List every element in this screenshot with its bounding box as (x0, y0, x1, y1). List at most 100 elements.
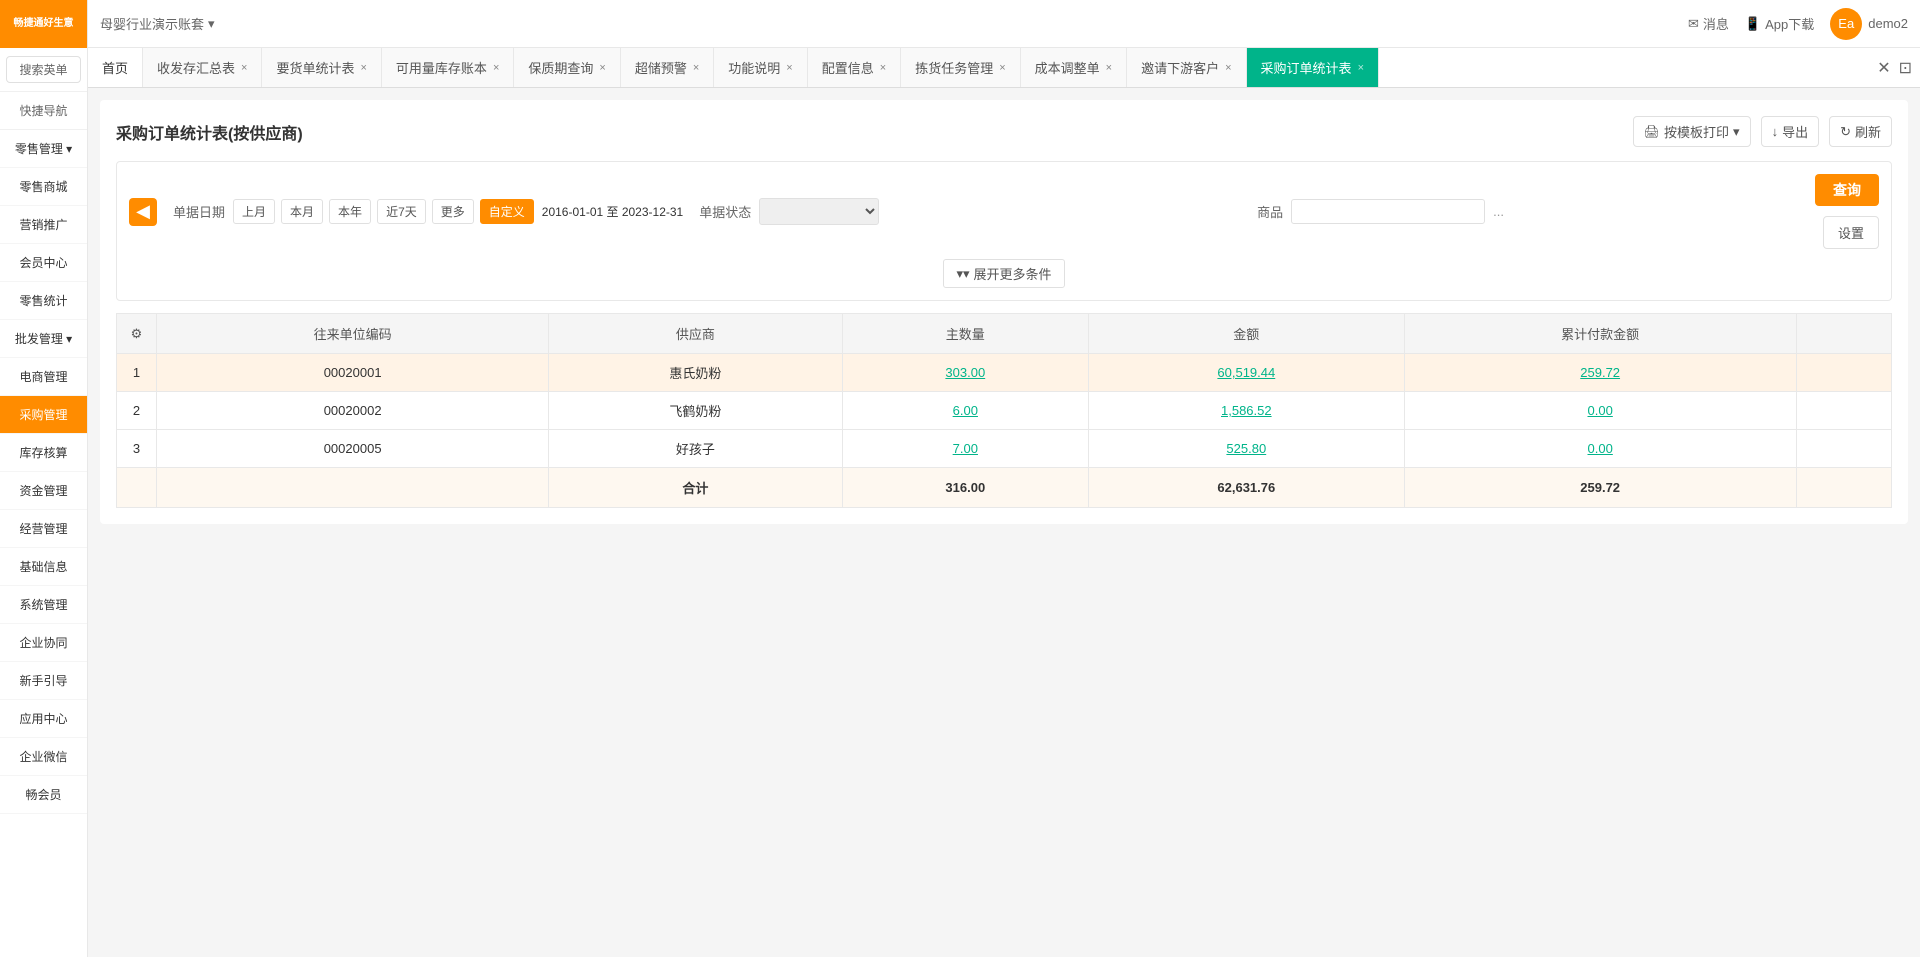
tab-expand-icon[interactable]: ⊡ (1899, 58, 1912, 78)
sidebar-item-ecom[interactable]: 电商管理 (0, 358, 87, 396)
sidebar-item-enterprise[interactable]: 企业协同 (0, 624, 87, 662)
tab-close-icon[interactable]: × (599, 62, 605, 74)
sidebar-item-marketing[interactable]: 营销推广 (0, 206, 87, 244)
print-dropdown-icon: ▾ (1733, 124, 1740, 140)
sidebar-item-wechat[interactable]: 企业微信 (0, 738, 87, 776)
sidebar-item-inventory[interactable]: 库存核算 (0, 434, 87, 472)
status-filter-group: 单据状态 (699, 198, 1241, 225)
td-amount[interactable]: 1,586.52 (1089, 392, 1404, 430)
more-dates-btn[interactable]: 更多 (432, 199, 474, 224)
tfoot-empty1 (117, 468, 157, 508)
app-label: App下载 (1765, 14, 1814, 33)
tab-purchase-stats[interactable]: 要货单统计表 × (262, 48, 381, 87)
tab-close-icon[interactable]: × (493, 62, 499, 74)
sidebar-item-purchase[interactable]: 采购管理 (0, 396, 87, 434)
tab-close-icon[interactable]: × (1106, 62, 1112, 74)
expand-icon: ▾▾ (956, 266, 969, 282)
last-month-btn[interactable]: 上月 (233, 199, 275, 224)
sidebar-item-finance[interactable]: 资金管理 (0, 472, 87, 510)
sidebar-item-operation[interactable]: 经营管理 (0, 510, 87, 548)
sidebar-item-retail-shop[interactable]: 零售商城 (0, 168, 87, 206)
th-paid: 累计付款金额 (1404, 314, 1796, 354)
tab-close-icon[interactable]: × (1225, 62, 1231, 74)
tab-close-icon[interactable]: × (999, 62, 1005, 74)
sidebar-search-section: 搜索英单 (0, 48, 87, 92)
topbar-dropdown-icon[interactable]: ▾ (208, 16, 215, 32)
tab-close-icon[interactable]: × (360, 62, 366, 74)
sidebar-item-member[interactable]: 会员中心 (0, 244, 87, 282)
tab-overstock-alert[interactable]: 超储预警 × (621, 48, 714, 87)
filter-toggle-button[interactable]: ◀ (129, 198, 157, 226)
td-no: 1 (117, 354, 157, 392)
sidebar-item-system[interactable]: 系统管理 (0, 586, 87, 624)
qty-link[interactable]: 7.00 (953, 441, 978, 456)
td-supplier: 惠氏奶粉 (549, 354, 842, 392)
sidebar-shortcut[interactable]: 快捷导航 (0, 92, 87, 130)
tab-available-stock[interactable]: 可用量库存账本 × (382, 48, 514, 87)
this-year-btn[interactable]: 本年 (329, 199, 371, 224)
table-row: 1 00020001 惠氏奶粉 303.00 60,519.44 259.72 (117, 354, 1892, 392)
paid-link[interactable]: 0.00 (1588, 441, 1613, 456)
tab-function-desc[interactable]: 功能说明 × (714, 48, 807, 87)
print-button[interactable]: 🖨 按模板打印 ▾ (1633, 116, 1751, 147)
tab-close-all-icon[interactable]: ✕ (1877, 58, 1890, 78)
goods-ellipsis[interactable]: ... (1493, 204, 1504, 219)
this-month-btn[interactable]: 本月 (281, 199, 323, 224)
amount-link[interactable]: 525.80 (1226, 441, 1266, 456)
paid-link[interactable]: 0.00 (1588, 403, 1613, 418)
amount-link[interactable]: 60,519.44 (1217, 365, 1275, 380)
goods-filter-label: 商品 (1257, 202, 1283, 221)
tab-pickup-label: 拣货任务管理 (915, 58, 993, 77)
sidebar-item-newbie[interactable]: 新手引导 (0, 662, 87, 700)
export-label: 导出 (1782, 122, 1808, 141)
print-label: 按模板打印 (1664, 122, 1729, 141)
qty-link[interactable]: 6.00 (953, 403, 978, 418)
sidebar-item-basic[interactable]: 基础信息 (0, 548, 87, 586)
user-menu[interactable]: Ea demo2 (1830, 8, 1908, 40)
td-qty[interactable]: 7.00 (842, 430, 1089, 468)
td-paid[interactable]: 0.00 (1404, 392, 1796, 430)
custom-date-btn[interactable]: 自定义 (480, 199, 534, 224)
tfoot-qty: 316.00 (842, 468, 1089, 508)
sidebar-item-retail-stats[interactable]: 零售统计 (0, 282, 87, 320)
sidebar-item-retail-mgmt[interactable]: 零售管理 ▾ (0, 130, 87, 168)
refresh-button[interactable]: ↻ 刷新 (1829, 116, 1892, 147)
td-qty[interactable]: 303.00 (842, 354, 1089, 392)
td-amount[interactable]: 60,519.44 (1089, 354, 1404, 392)
td-amount[interactable]: 525.80 (1089, 430, 1404, 468)
query-button[interactable]: 查询 (1815, 174, 1879, 206)
amount-link[interactable]: 1,586.52 (1221, 403, 1272, 418)
tab-receive-send[interactable]: 收发存汇总表 × (143, 48, 262, 87)
sidebar-item-wholesale[interactable]: 批发管理 ▾ (0, 320, 87, 358)
sidebar-item-app-center[interactable]: 应用中心 (0, 700, 87, 738)
tab-cost-adjust[interactable]: 成本调整单 × (1021, 48, 1127, 87)
tab-home[interactable]: 首页 (88, 48, 143, 87)
tab-close-icon[interactable]: × (693, 62, 699, 74)
td-paid[interactable]: 0.00 (1404, 430, 1796, 468)
message-button[interactable]: ✉ 消息 (1688, 14, 1729, 33)
expand-more-button[interactable]: ▾▾ 展开更多条件 (943, 259, 1064, 288)
tab-config-info[interactable]: 配置信息 × (808, 48, 901, 87)
search-button[interactable]: 搜索英单 (6, 56, 81, 83)
td-qty[interactable]: 6.00 (842, 392, 1089, 430)
table-row: 2 00020002 飞鹤奶粉 6.00 1,586.52 0.00 (117, 392, 1892, 430)
paid-link[interactable]: 259.72 (1580, 365, 1620, 380)
settings-button[interactable]: 设置 (1823, 216, 1879, 249)
tab-close-icon[interactable]: × (241, 62, 247, 74)
app-download-button[interactable]: 📱 App下载 (1745, 14, 1814, 33)
page-actions: 🖨 按模板打印 ▾ ↓ 导出 ↻ 刷新 (1633, 116, 1893, 147)
tab-purchase-order-stats[interactable]: 采购订单统计表 × (1247, 48, 1379, 87)
sidebar-item-member2[interactable]: 畅会员 (0, 776, 87, 814)
tab-invite[interactable]: 邀请下游客户 × (1127, 48, 1246, 87)
qty-link[interactable]: 303.00 (945, 365, 985, 380)
tab-close-active-icon[interactable]: × (1358, 62, 1364, 74)
tab-close-icon[interactable]: × (880, 62, 886, 74)
export-button[interactable]: ↓ 导出 (1761, 116, 1820, 147)
status-select[interactable] (759, 198, 879, 225)
td-paid[interactable]: 259.72 (1404, 354, 1796, 392)
goods-input[interactable] (1291, 199, 1485, 224)
last-7-days-btn[interactable]: 近7天 (377, 199, 426, 224)
tab-pickup-task[interactable]: 拣货任务管理 × (901, 48, 1020, 87)
tab-expiry-query[interactable]: 保质期查询 × (514, 48, 620, 87)
tab-close-icon[interactable]: × (786, 62, 792, 74)
